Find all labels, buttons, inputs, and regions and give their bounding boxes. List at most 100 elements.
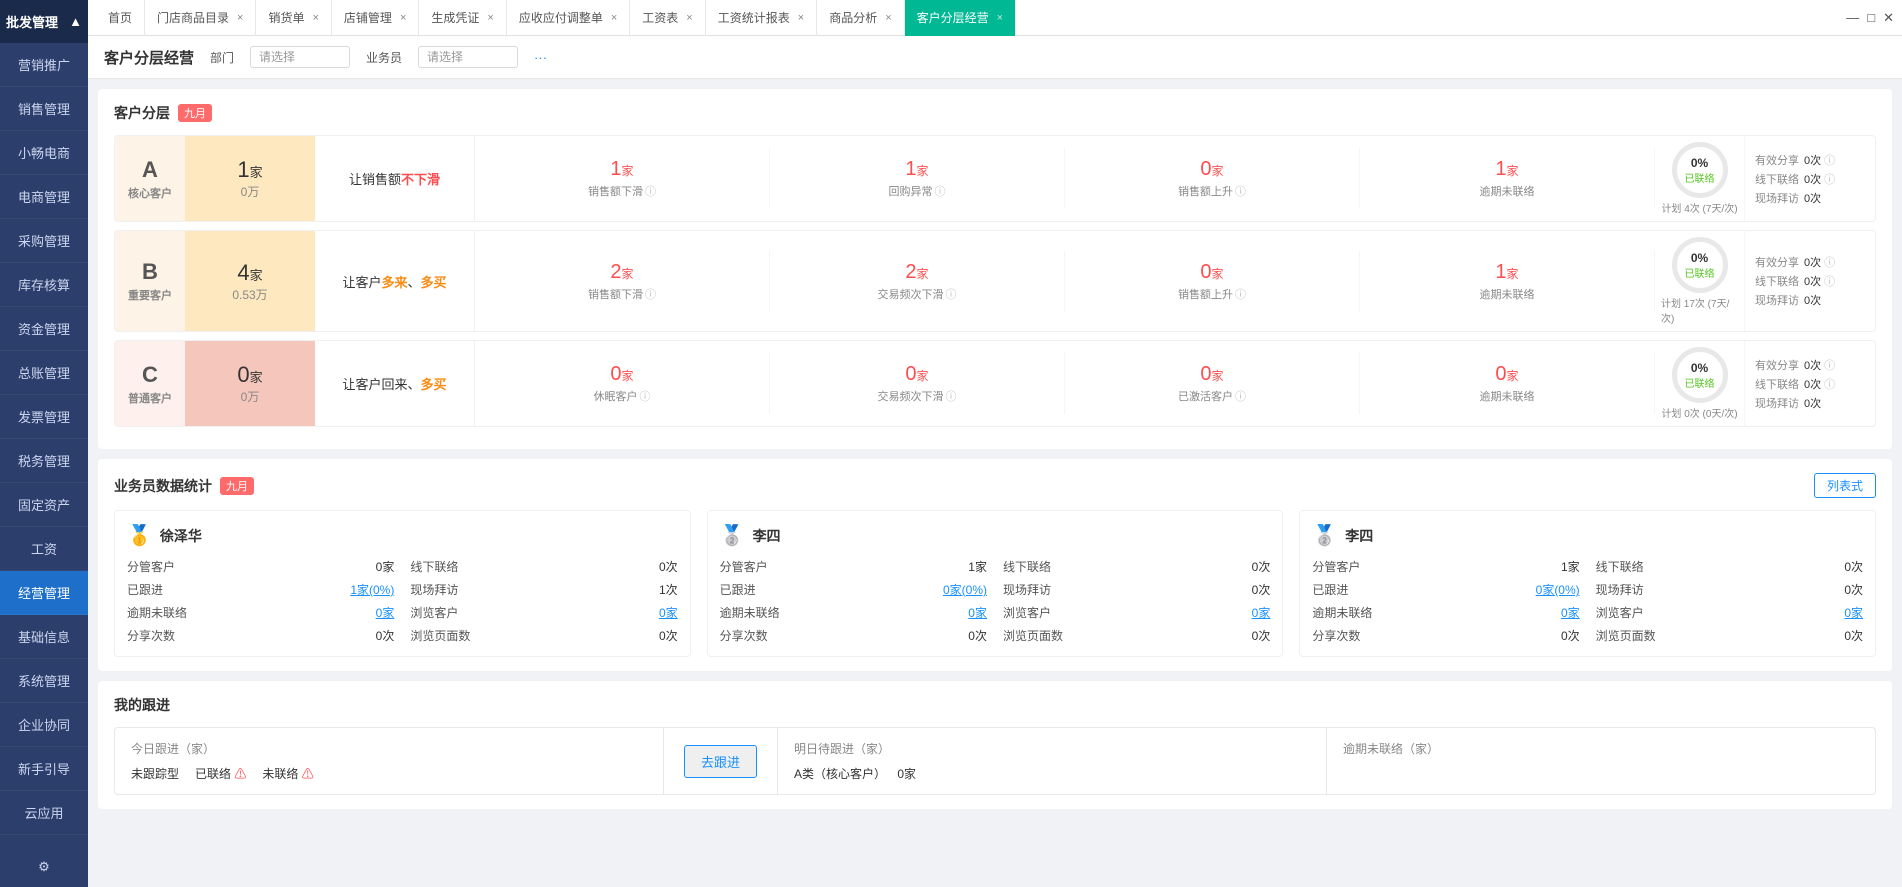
sidebar-item-税务管理[interactable]: 税务管理 <box>0 439 88 483</box>
staff-stats-grid-1: 分管客户1家线下联络0次已跟进0家(0%)现场拜访0次逾期未联络0家浏览客户0家… <box>720 558 1271 644</box>
staff-stat-val-1-5[interactable]: 0家 <box>1252 604 1271 621</box>
sidebar-item-电商管理[interactable]: 电商管理 <box>0 175 88 219</box>
staff-stat-1-7: 浏览页面数0次 <box>1003 627 1270 644</box>
tomorrow-col-content: A类（核心客户） 0家 <box>794 765 1310 782</box>
staff-stat-val-0-4[interactable]: 0家 <box>376 604 395 621</box>
sidebar-item-固定资产[interactable]: 固定资产 <box>0 483 88 527</box>
sidebar-item-基础信息[interactable]: 基础信息 <box>0 615 88 659</box>
tab-close-门店商品目录[interactable]: × <box>237 12 243 24</box>
staff-stat-1-6: 分享次数0次 <box>720 627 987 644</box>
tier-b-amount: 0.53万 <box>232 286 267 303</box>
tier-b-metric-4: 1家 逾期未联络 <box>1360 251 1655 312</box>
staff-stat-label-2-4: 逾期未联络 <box>1312 604 1372 621</box>
tab-工资统计报表[interactable]: 工资统计报表× <box>706 0 817 36</box>
staff-stat-label-0-7: 浏览页面数 <box>410 627 470 644</box>
staff-stat-val-2-4[interactable]: 0家 <box>1561 604 1580 621</box>
staff-stat-2-3: 现场拜访0次 <box>1596 581 1863 598</box>
tier-c-amount: 0万 <box>241 388 260 405</box>
dept-select[interactable]: 请选择 <box>250 46 350 68</box>
sidebar-item-工资[interactable]: 工资 <box>0 527 88 571</box>
staff-stat-val-2-0: 1家 <box>1561 558 1580 575</box>
tier-c-count-block: 0家 0万 <box>185 341 315 426</box>
sidebar-item-销售管理[interactable]: 销售管理 <box>0 87 88 131</box>
sidebar-item-采购管理[interactable]: 采购管理 <box>0 219 88 263</box>
today-followup-col: 今日跟进（家） 未跟踪型 已联络 ⚠ 未联络 ⚠ <box>115 728 664 794</box>
staff-card-0: 🥇徐泽华分管客户0家线下联络0次已跟进1家(0%)现场拜访1次逾期未联络0家浏览… <box>114 510 691 657</box>
tier-a-metrics: 1家 销售额下滑 ⓘ 1家 回购异常 ⓘ 0家 销售额上升 ⓘ 1家 逾期未联络 <box>475 136 1875 221</box>
content-area: 客户分层经营 部门 请选择 业务员 请选择 ··· 客户分层 九月 A 核心客户 <box>88 36 1902 887</box>
tier-c-metrics: 0家 休眠客户 ⓘ 0家 交易频次下滑 ⓘ 0家 已激活客户 ⓘ 0家 逾期未联… <box>475 341 1875 426</box>
window-close-icon[interactable]: ✕ <box>1883 10 1894 26</box>
staff-stat-0-6: 分享次数0次 <box>127 627 394 644</box>
goto-followup-btn[interactable]: 去跟进 <box>684 745 757 778</box>
tab-客户分层经营[interactable]: 客户分层经营× <box>905 0 1016 36</box>
today-label-untracked: 未跟踪型 <box>131 765 179 782</box>
sidebar-item-系统管理[interactable]: 系统管理 <box>0 659 88 703</box>
staff-card-header-0: 🥇徐泽华 <box>127 523 678 548</box>
followup-content: 今日跟进（家） 未跟踪型 已联络 ⚠ 未联络 ⚠ 去跟进 明日待跟进（家） A类… <box>114 727 1876 795</box>
settings-gear[interactable]: ⚙ <box>0 847 88 887</box>
sidebar-header[interactable]: 批发管理 ▲ <box>0 0 88 43</box>
tier-c-label: C 普通客户 <box>115 341 185 426</box>
staff-stat-label-0-6: 分享次数 <box>127 627 175 644</box>
staff-stat-val-0-5[interactable]: 0家 <box>659 604 678 621</box>
tab-销货单[interactable]: 销货单× <box>256 0 331 36</box>
tier-b-letter: B <box>142 259 158 285</box>
tier-a-amount: 0万 <box>241 183 260 200</box>
sidebar-item-经营管理[interactable]: 经营管理 <box>0 571 88 615</box>
tab-bar-right: — □ ✕ <box>1846 10 1894 26</box>
sidebar-item-总账管理[interactable]: 总账管理 <box>0 351 88 395</box>
staff-stat-0-3: 现场拜访1次 <box>410 581 677 598</box>
tab-首页[interactable]: 首页 <box>96 0 145 36</box>
staff-stat-val-2-3: 0次 <box>1844 581 1863 598</box>
sidebar-item-云应用[interactable]: 云应用 <box>0 791 88 835</box>
sidebar-item-资金管理[interactable]: 资金管理 <box>0 307 88 351</box>
sidebar-collapse-icon[interactable]: ▲ <box>69 14 82 29</box>
tab-应收应付调整单[interactable]: 应收应付调整单× <box>507 0 630 36</box>
staff-stat-label-1-2: 已跟进 <box>720 581 756 598</box>
staff-grid: 🥇徐泽华分管客户0家线下联络0次已跟进1家(0%)现场拜访1次逾期未联络0家浏览… <box>114 510 1876 657</box>
staff-stat-label-1-0: 分管客户 <box>720 558 768 575</box>
tab-close-工资统计报表[interactable]: × <box>798 12 804 24</box>
goto-btn-col: 去跟进 <box>664 728 778 794</box>
sidebar-item-库存核算[interactable]: 库存核算 <box>0 263 88 307</box>
sidebar-item-新手引导[interactable]: 新手引导 <box>0 747 88 791</box>
window-maximize-icon[interactable]: □ <box>1867 10 1875 25</box>
tab-close-客户分层经营[interactable]: × <box>997 12 1003 24</box>
sidebar-item-小畅电商[interactable]: 小畅电商 <box>0 131 88 175</box>
tab-close-店铺管理[interactable]: × <box>400 12 406 24</box>
tier-a-count: 1家 <box>237 157 262 183</box>
staff-stat-val-1-2[interactable]: 0家(0%) <box>943 581 987 598</box>
tab-商品分析[interactable]: 商品分析× <box>817 0 904 36</box>
tab-生成凭证[interactable]: 生成凭证× <box>419 0 506 36</box>
today-label-contacted: 已联络 ⚠ <box>195 765 246 782</box>
staff-stat-val-1-4[interactable]: 0家 <box>968 604 987 621</box>
staff-stat-2-0: 分管客户1家 <box>1312 558 1579 575</box>
tab-店铺管理[interactable]: 店铺管理× <box>332 0 419 36</box>
sidebar-item-企业协同[interactable]: 企业协同 <box>0 703 88 747</box>
list-view-btn[interactable]: 列表式 <box>1814 473 1876 498</box>
tab-门店商品目录[interactable]: 门店商品目录× <box>145 0 256 36</box>
main-area: 首页门店商品目录×销货单×店铺管理×生成凭证×应收应付调整单×工资表×工资统计报… <box>88 0 1902 887</box>
tab-close-生成凭证[interactable]: × <box>487 12 493 24</box>
staff-stat-val-2-2[interactable]: 0家(0%) <box>1536 581 1580 598</box>
window-minimize-icon[interactable]: — <box>1846 10 1859 25</box>
staff-stat-label-1-7: 浏览页面数 <box>1003 627 1063 644</box>
tab-close-应收应付调整单[interactable]: × <box>611 12 617 24</box>
tab-close-销货单[interactable]: × <box>312 12 318 24</box>
tier-c-metric-1: 0家 休眠客户 ⓘ <box>475 353 770 414</box>
tier-a-suggestion: 让销售额不下滑 <box>315 136 475 221</box>
staff-select[interactable]: 请选择 <box>418 46 518 68</box>
staff-stat-val-2-5[interactable]: 0家 <box>1844 604 1863 621</box>
tab-工资表[interactable]: 工资表× <box>630 0 705 36</box>
tier-a-count-block: 1家 0万 <box>185 136 315 221</box>
sidebar-item-营销推广[interactable]: 营销推广 <box>0 43 88 87</box>
tier-a-metric-2: 1家 回购异常 ⓘ <box>770 148 1065 209</box>
tab-close-工资表[interactable]: × <box>686 12 692 24</box>
more-filters-btn[interactable]: ··· <box>534 50 547 65</box>
staff-section-title: 业务员数据统计 <box>114 476 212 496</box>
sidebar-item-发票管理[interactable]: 发票管理 <box>0 395 88 439</box>
tier-c-row: C 普通客户 0家 0万 让客户回来、多买 0家 休眠客户 ⓘ 0家 <box>114 340 1876 427</box>
tab-close-商品分析[interactable]: × <box>885 12 891 24</box>
staff-stat-val-0-2[interactable]: 1家(0%) <box>350 581 394 598</box>
